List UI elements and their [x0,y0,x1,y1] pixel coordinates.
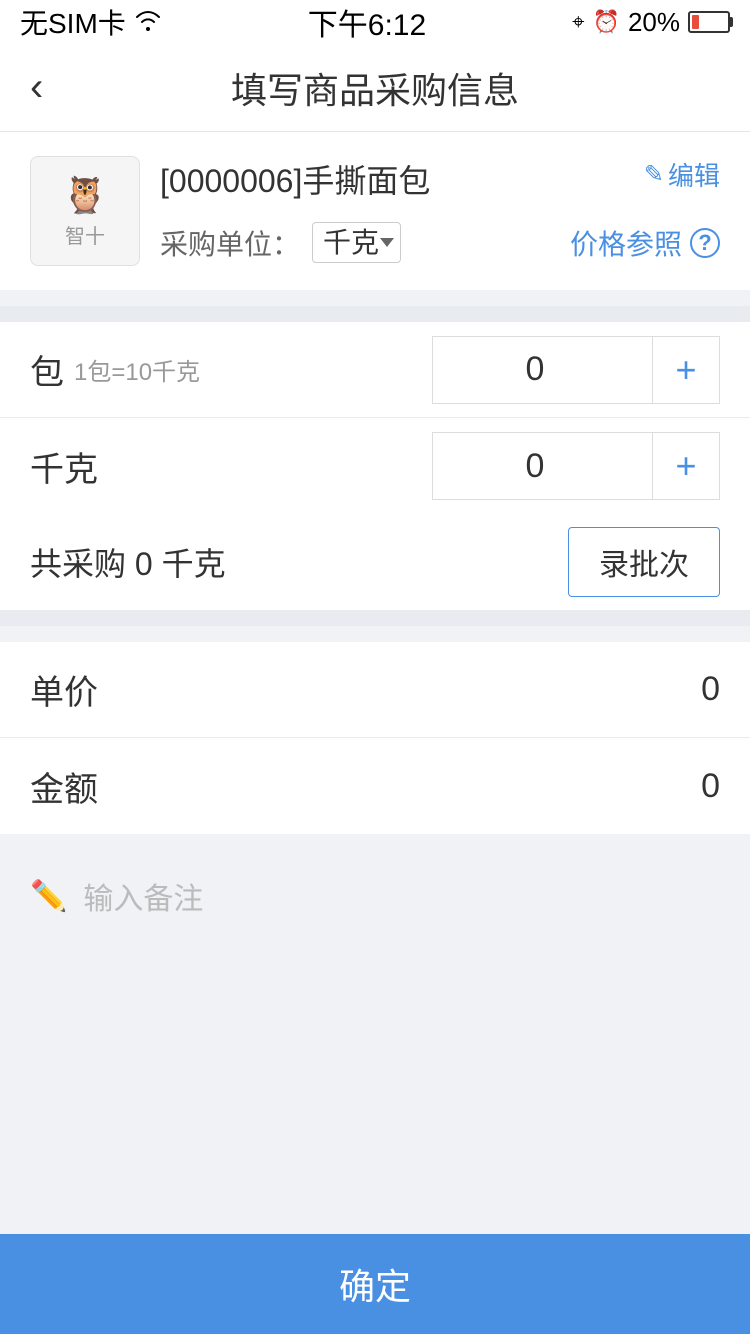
bao-sub-label: 1包=10千克 [74,352,432,387]
section-divider-2 [0,610,750,626]
record-batch-button[interactable]: 录批次 [568,527,720,597]
kg-plus-button[interactable]: + [652,432,720,500]
kg-label: 千克 [30,442,98,491]
price-ref-label: 价格参照 [570,223,682,263]
status-bar: 无SIM卡 下午6:12 ⌖ ⏰ 20% [0,0,750,44]
amount-value: 0 [701,767,720,806]
remark-placeholder: 输入备注 [83,874,203,918]
product-logo-text: 智十 [65,220,105,249]
edit-label: 编辑 [668,156,720,193]
product-thumbnail: 🦉 智十 [30,156,140,266]
kg-input-row: 千克 + [0,418,750,514]
amount-row: 金额 0 [0,738,750,834]
bao-input-wrapper: + [432,336,720,404]
product-name: [0000006]手撕面包 [160,156,430,202]
battery-label: 20% [628,7,680,38]
unit-select[interactable]: 千克 [312,222,401,263]
bottom-spacer [0,942,750,1234]
status-right: ⌖ ⏰ 20% [572,7,730,38]
kg-input-wrapper: + [432,432,720,500]
edit-link[interactable]: ✎ 编辑 [644,156,720,193]
pencil-icon: ✏️ [30,879,67,914]
price-reference-link[interactable]: 价格参照 ? [570,223,720,263]
quantity-input-section: 包 1包=10千克 + 千克 + [0,322,750,514]
section-divider-1 [0,306,750,322]
status-left: 无SIM卡 [20,2,162,42]
product-info: [0000006]手撕面包 ✎ 编辑 采购单位： 千克 价格参照 ? [160,156,720,263]
unit-label: 采购单位： [160,223,300,263]
price-section: 单价 0 金额 0 [0,642,750,834]
remark-section[interactable]: ✏️ 输入备注 [0,850,750,942]
page-title: 填写商品采购信息 [231,62,519,114]
back-button[interactable]: ‹ [20,55,53,120]
unit-price-row: 单价 0 [0,642,750,738]
kg-quantity-input[interactable] [432,432,652,500]
alarm-icon: ⏰ [593,9,620,35]
product-card: 🦉 智十 [0000006]手撕面包 ✎ 编辑 采购单位： 千克 价格 [0,132,750,290]
total-quantity-label: 共采购 0 千克 [30,539,226,585]
help-icon: ? [690,228,720,258]
bao-plus-button[interactable]: + [652,336,720,404]
wifi-icon [134,6,162,38]
carrier-label: 无SIM卡 [20,2,126,42]
product-name-row: [0000006]手撕面包 ✎ 编辑 [160,156,720,202]
location-icon: ⌖ [572,9,584,35]
time-label: 下午6:12 [308,0,426,44]
unit-price-value: 0 [701,670,720,709]
bao-label: 包 [30,345,64,394]
edit-icon: ✎ [644,160,664,189]
amount-label: 金额 [30,762,98,811]
bao-quantity-input[interactable] [432,336,652,404]
bao-input-row: 包 1包=10千克 + [0,322,750,418]
confirm-button[interactable]: 确定 [0,1234,750,1334]
battery-icon [688,11,730,33]
product-unit-row: 采购单位： 千克 价格参照 ? [160,222,720,263]
product-logo-icon: 🦉 [63,174,108,216]
nav-bar: ‹ 填写商品采购信息 [0,44,750,132]
unit-price-label: 单价 [30,665,98,714]
summary-row: 共采购 0 千克 录批次 [0,514,750,610]
